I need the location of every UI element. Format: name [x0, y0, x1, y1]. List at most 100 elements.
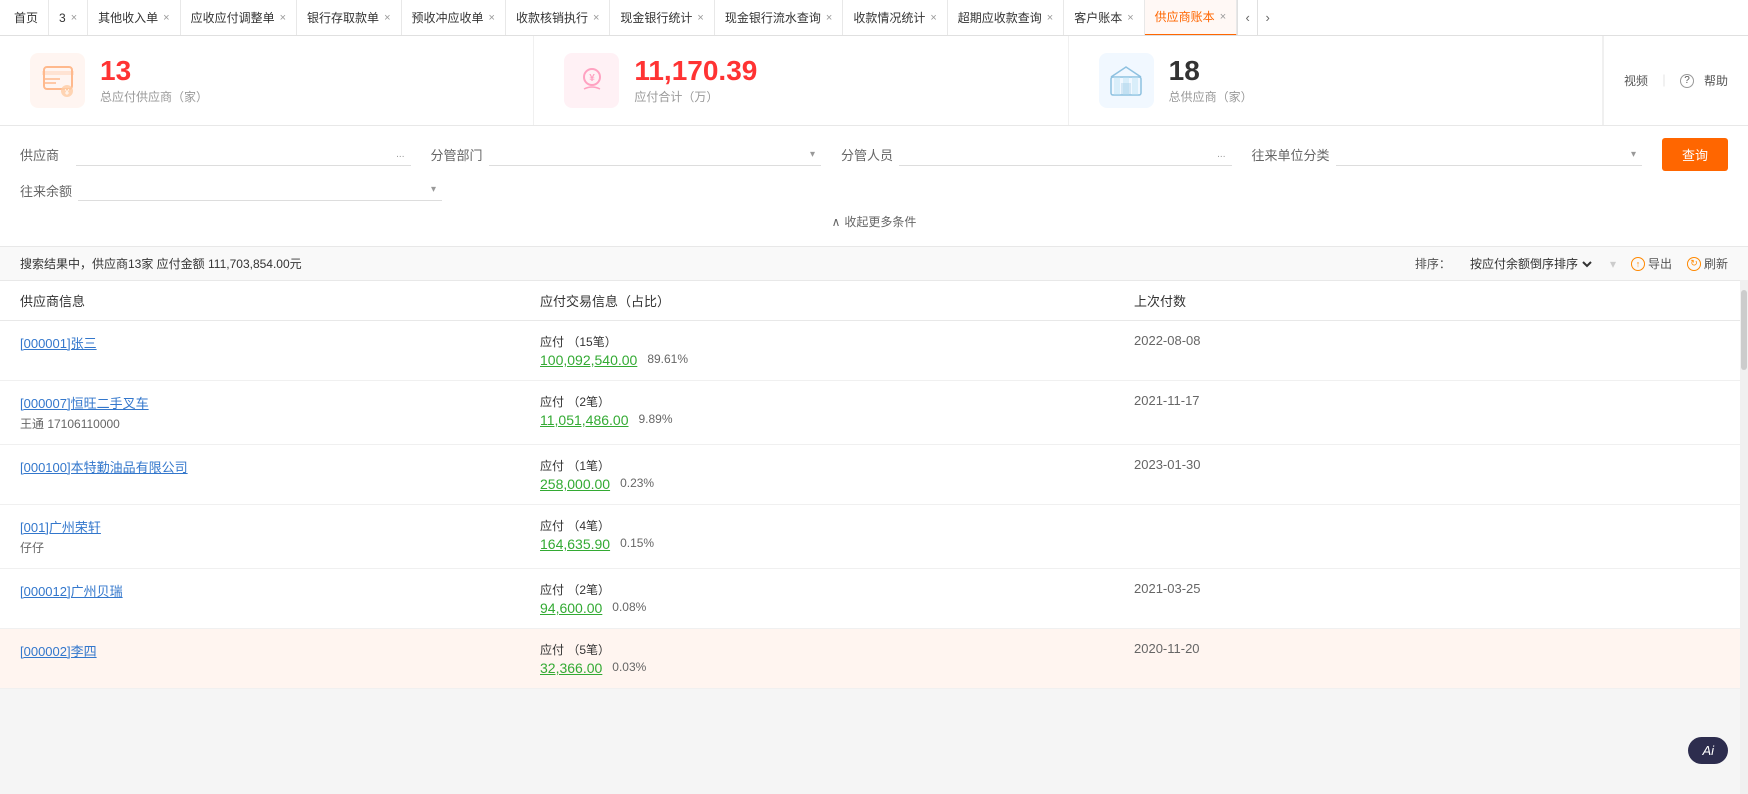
table-row[interactable]: [000001]张三 应付 （15笔） 100,092,540.00 89.61… — [0, 321, 1748, 381]
transaction-percent: 0.03% — [612, 660, 646, 674]
nav-tab-home[interactable]: 首页 — [4, 0, 49, 36]
video-link[interactable]: 视频 — [1624, 72, 1648, 89]
nav-prev-arrow[interactable]: ‹ — [1237, 0, 1257, 36]
table-row[interactable]: [000100]本特勤油品有限公司 应付 （1笔） 258,000.00 0.2… — [0, 445, 1748, 505]
chevron-up-icon: ∧ — [832, 215, 841, 229]
filter-row-1: 供应商 ... 分管部门 ▾ 分管人员 ... 往来单位分类 ▾ — [20, 138, 1728, 171]
nav-next-arrow[interactable]: › — [1257, 0, 1277, 36]
stat1-text: 13 总应付供应商（家） — [100, 56, 208, 106]
table-row[interactable]: [000012]广州贝瑞 应付 （2笔） 94,600.00 0.08% 202… — [0, 569, 1748, 629]
help-icon: ? — [1680, 74, 1694, 88]
supplier-link[interactable]: [000002]李四 — [20, 641, 540, 660]
sort-select[interactable]: 按应付余额倒序排序 — [1466, 256, 1595, 272]
supplier-link[interactable]: [000007]恒旺二手叉车 — [20, 393, 540, 412]
nav-tab-cash-stats-close[interactable]: × — [697, 12, 703, 24]
dept-input-wrapper: ▾ — [489, 144, 821, 166]
col-supplier-info: 供应商信息 — [20, 291, 540, 310]
supplier-cell: [001]广州荣轩 仔仔 — [20, 517, 540, 556]
nav-tab-supplier[interactable]: 供应商账本 × — [1145, 0, 1237, 36]
scrollbar-thumb[interactable] — [1741, 290, 1747, 370]
nav-tab-prepay-close[interactable]: × — [489, 12, 495, 24]
stat-total-suppliers: 18 总供应商（家） — [1069, 36, 1603, 125]
person-dropdown-icon[interactable]: ... — [1217, 149, 1225, 160]
nav-tab-cash-flow-close[interactable]: × — [826, 12, 832, 24]
total-suppliers-icon — [1099, 53, 1154, 108]
transaction-cell: 应付 （2笔） 11,051,486.00 9.89% — [540, 393, 1134, 428]
person-input[interactable] — [905, 147, 1217, 162]
supplier-cell: [000100]本特勤油品有限公司 — [20, 457, 540, 476]
top-nav: 首页 3 × 其他收入单 × 应收应付调整单 × 银行存取款单 × 预收冲应收单… — [0, 0, 1748, 36]
nav-tab-overdue[interactable]: 超期应收款查询 × — [948, 0, 1064, 36]
nav-tab-bank-close[interactable]: × — [384, 12, 390, 24]
nav-tab-payment-exec-close[interactable]: × — [593, 12, 599, 24]
stat1-label: 总应付供应商（家） — [100, 88, 208, 105]
nav-tab-adjustment-label: 应收应付调整单 — [191, 9, 275, 26]
transaction-amount[interactable]: 164,635.90 — [540, 536, 610, 552]
stat-payable-suppliers: ¥ 13 总应付供应商（家） — [0, 36, 534, 125]
nav-tab-customer[interactable]: 客户账本 × — [1064, 0, 1144, 36]
nav-tab-payment-exec[interactable]: 收款核销执行 × — [506, 0, 610, 36]
nav-tab-customer-close[interactable]: × — [1127, 12, 1133, 24]
collapse-button[interactable]: ∧ 收起更多条件 — [820, 209, 929, 234]
nav-tab-overdue-close[interactable]: × — [1047, 12, 1053, 24]
scrollbar[interactable] — [1740, 280, 1748, 794]
supplier-cell: [000012]广州贝瑞 — [20, 581, 540, 600]
transaction-amount[interactable]: 258,000.00 — [540, 476, 610, 492]
search-button[interactable]: 查询 — [1662, 138, 1728, 171]
nav-tab-supplier-close[interactable]: × — [1220, 11, 1226, 23]
nav-tab-supplier-label: 供应商账本 — [1155, 8, 1215, 25]
nav-tab-cash-stats[interactable]: 现金银行统计 × — [610, 0, 714, 36]
transaction-percent: 89.61% — [647, 352, 688, 366]
table-row[interactable]: [001]广州荣轩 仔仔 应付 （4笔） 164,635.90 0.15% — [0, 505, 1748, 569]
nav-tab-3-close[interactable]: × — [71, 12, 77, 24]
balance-input[interactable] — [84, 182, 431, 197]
nav-tab-other-income[interactable]: 其他收入单 × — [88, 0, 180, 36]
supplier-input[interactable] — [82, 147, 396, 162]
transaction-percent: 0.08% — [612, 600, 646, 614]
nav-tab-adjustment[interactable]: 应收应付调整单 × — [181, 0, 297, 36]
transaction-cell: 应付 （2笔） 94,600.00 0.08% — [540, 581, 1134, 616]
payable-total-icon: ¥ — [564, 53, 619, 108]
nav-tab-collection-stats-close[interactable]: × — [930, 12, 936, 24]
nav-tab-prepay[interactable]: 预收冲应收单 × — [402, 0, 506, 36]
nav-tab-collection-stats-label: 收款情况统计 — [853, 9, 925, 26]
supplier-dropdown-icon[interactable]: ... — [396, 149, 404, 160]
nav-tab-collection-stats[interactable]: 收款情况统计 × — [843, 0, 947, 36]
refresh-button[interactable]: ↻ 刷新 — [1687, 255, 1728, 272]
category-input[interactable] — [1342, 147, 1631, 162]
payable-suppliers-icon: ¥ — [30, 53, 85, 108]
nav-tab-cash-flow[interactable]: 现金银行流水查询 × — [715, 0, 843, 36]
table-row[interactable]: [000007]恒旺二手叉车 王通 17106110000 应付 （2笔） 11… — [0, 381, 1748, 445]
category-dropdown-icon[interactable]: ▾ — [1631, 149, 1636, 160]
nav-tab-bank[interactable]: 银行存取款单 × — [297, 0, 401, 36]
help-link[interactable]: 帮助 — [1704, 72, 1728, 89]
table-row[interactable]: [000002]李四 应付 （5笔） 32,366.00 0.03% 2020-… — [0, 629, 1748, 689]
person-input-wrapper: ... — [899, 144, 1231, 166]
nav-tab-3[interactable]: 3 × — [49, 0, 88, 36]
filter-category: 往来单位分类 ▾ — [1252, 144, 1643, 166]
ai-button[interactable]: Ai — [1688, 737, 1728, 764]
transaction-amount[interactable]: 100,092,540.00 — [540, 352, 637, 368]
dept-dropdown-icon[interactable]: ▾ — [810, 149, 815, 160]
filter-supplier: 供应商 ... — [20, 144, 411, 166]
nav-tab-other-income-close[interactable]: × — [163, 12, 169, 24]
nav-tab-adjustment-close[interactable]: × — [280, 12, 286, 24]
transaction-amount[interactable]: 94,600.00 — [540, 600, 602, 616]
category-filter-label: 往来单位分类 — [1252, 145, 1330, 164]
filter-section: 供应商 ... 分管部门 ▾ 分管人员 ... 往来单位分类 ▾ — [0, 126, 1748, 247]
balance-dropdown-icon[interactable]: ▾ — [431, 184, 436, 195]
supplier-link[interactable]: [001]广州荣轩 — [20, 517, 540, 536]
dept-input[interactable] — [495, 147, 810, 162]
supplier-link[interactable]: [000012]广州贝瑞 — [20, 581, 540, 600]
export-button[interactable]: ↑ 导出 — [1631, 255, 1672, 272]
supplier-filter-label: 供应商 — [20, 145, 70, 164]
supplier-link[interactable]: [000100]本特勤油品有限公司 — [20, 457, 540, 476]
nav-tab-overdue-label: 超期应收款查询 — [958, 9, 1042, 26]
transaction-percent: 0.23% — [620, 476, 654, 490]
transaction-amount[interactable]: 11,051,486.00 — [540, 412, 629, 428]
col-transaction-info: 应付交易信息（占比） — [540, 291, 1134, 310]
nav-tab-cash-flow-label: 现金银行流水查询 — [725, 9, 821, 26]
supplier-cell: [000002]李四 — [20, 641, 540, 660]
supplier-link[interactable]: [000001]张三 — [20, 333, 540, 352]
transaction-amount[interactable]: 32,366.00 — [540, 660, 602, 676]
